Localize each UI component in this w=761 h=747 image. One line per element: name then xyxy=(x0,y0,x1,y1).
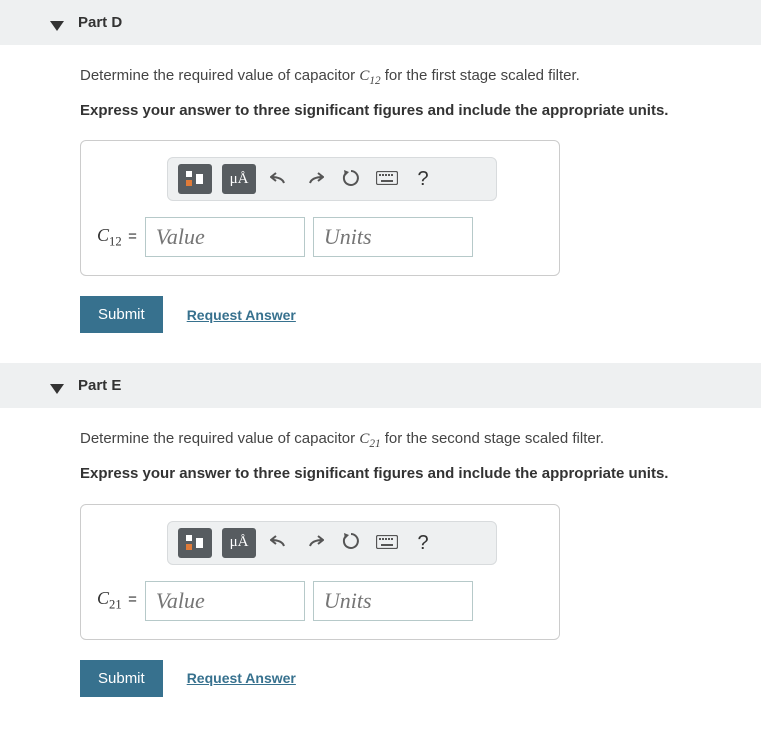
page: Part D Determine the required value of c… xyxy=(0,0,761,747)
prompt-var: C xyxy=(359,68,369,84)
part-body: Determine the required value of capacito… xyxy=(0,65,761,363)
value-input[interactable] xyxy=(145,581,305,621)
help-icon[interactable]: ? xyxy=(410,169,436,189)
collapse-caret-icon[interactable] xyxy=(50,18,64,35)
variable-subscript: 21 xyxy=(109,598,122,612)
part-body: Determine the required value of capacito… xyxy=(0,428,761,726)
reset-icon[interactable] xyxy=(338,532,364,553)
toolbar: μÅ ? xyxy=(167,157,497,201)
value-input[interactable] xyxy=(145,217,305,257)
prompt-suffix: for the first stage scaled filter. xyxy=(381,67,580,84)
prompt-var-sub: 21 xyxy=(369,438,380,450)
undo-icon[interactable] xyxy=(266,170,292,189)
prompt-prefix: Determine the required value of capacito… xyxy=(80,430,359,447)
answer-box: μÅ ? C21 = xyxy=(80,504,560,640)
prompt-text: Determine the required value of capacito… xyxy=(80,65,731,90)
prompt-var: C xyxy=(359,431,369,447)
template-picker-button[interactable] xyxy=(178,528,212,558)
variable-label: C12 = xyxy=(97,225,137,250)
reset-icon[interactable] xyxy=(338,169,364,190)
instruction-text: Express your answer to three significant… xyxy=(80,100,731,123)
answer-box: μÅ ? C12 = xyxy=(80,140,560,276)
keyboard-icon[interactable] xyxy=(374,170,400,188)
variable-letter: C xyxy=(97,225,109,245)
units-input[interactable] xyxy=(313,581,473,621)
part-header[interactable]: Part E xyxy=(0,363,761,408)
prompt-prefix: Determine the required value of capacito… xyxy=(80,67,359,84)
part-header[interactable]: Part D xyxy=(0,0,761,45)
prompt-suffix: for the second stage scaled filter. xyxy=(381,430,604,447)
part-title: Part D xyxy=(78,14,122,31)
submit-button[interactable]: Submit xyxy=(80,296,163,333)
request-answer-link[interactable]: Request Answer xyxy=(187,670,296,686)
prompt-text: Determine the required value of capacito… xyxy=(80,428,731,453)
instruction-text: Express your answer to three significant… xyxy=(80,463,731,486)
redo-icon[interactable] xyxy=(302,170,328,189)
template-picker-button[interactable] xyxy=(178,164,212,194)
collapse-caret-icon[interactable] xyxy=(50,381,64,398)
part-title: Part E xyxy=(78,377,121,394)
answer-row: C12 = xyxy=(97,217,543,257)
answer-row: C21 = xyxy=(97,581,543,621)
variable-letter: C xyxy=(97,588,109,608)
redo-icon[interactable] xyxy=(302,533,328,552)
special-chars-button[interactable]: μÅ xyxy=(222,164,256,194)
special-chars-button[interactable]: μÅ xyxy=(222,528,256,558)
keyboard-icon[interactable] xyxy=(374,534,400,552)
request-answer-link[interactable]: Request Answer xyxy=(187,307,296,323)
toolbar: μÅ ? xyxy=(167,521,497,565)
actions-row: Submit Request Answer xyxy=(80,296,731,333)
variable-subscript: 12 xyxy=(109,235,122,249)
variable-label: C21 = xyxy=(97,588,137,613)
actions-row: Submit Request Answer xyxy=(80,660,731,697)
help-icon[interactable]: ? xyxy=(410,533,436,553)
units-input[interactable] xyxy=(313,217,473,257)
undo-icon[interactable] xyxy=(266,533,292,552)
submit-button[interactable]: Submit xyxy=(80,660,163,697)
prompt-var-sub: 12 xyxy=(369,75,380,87)
